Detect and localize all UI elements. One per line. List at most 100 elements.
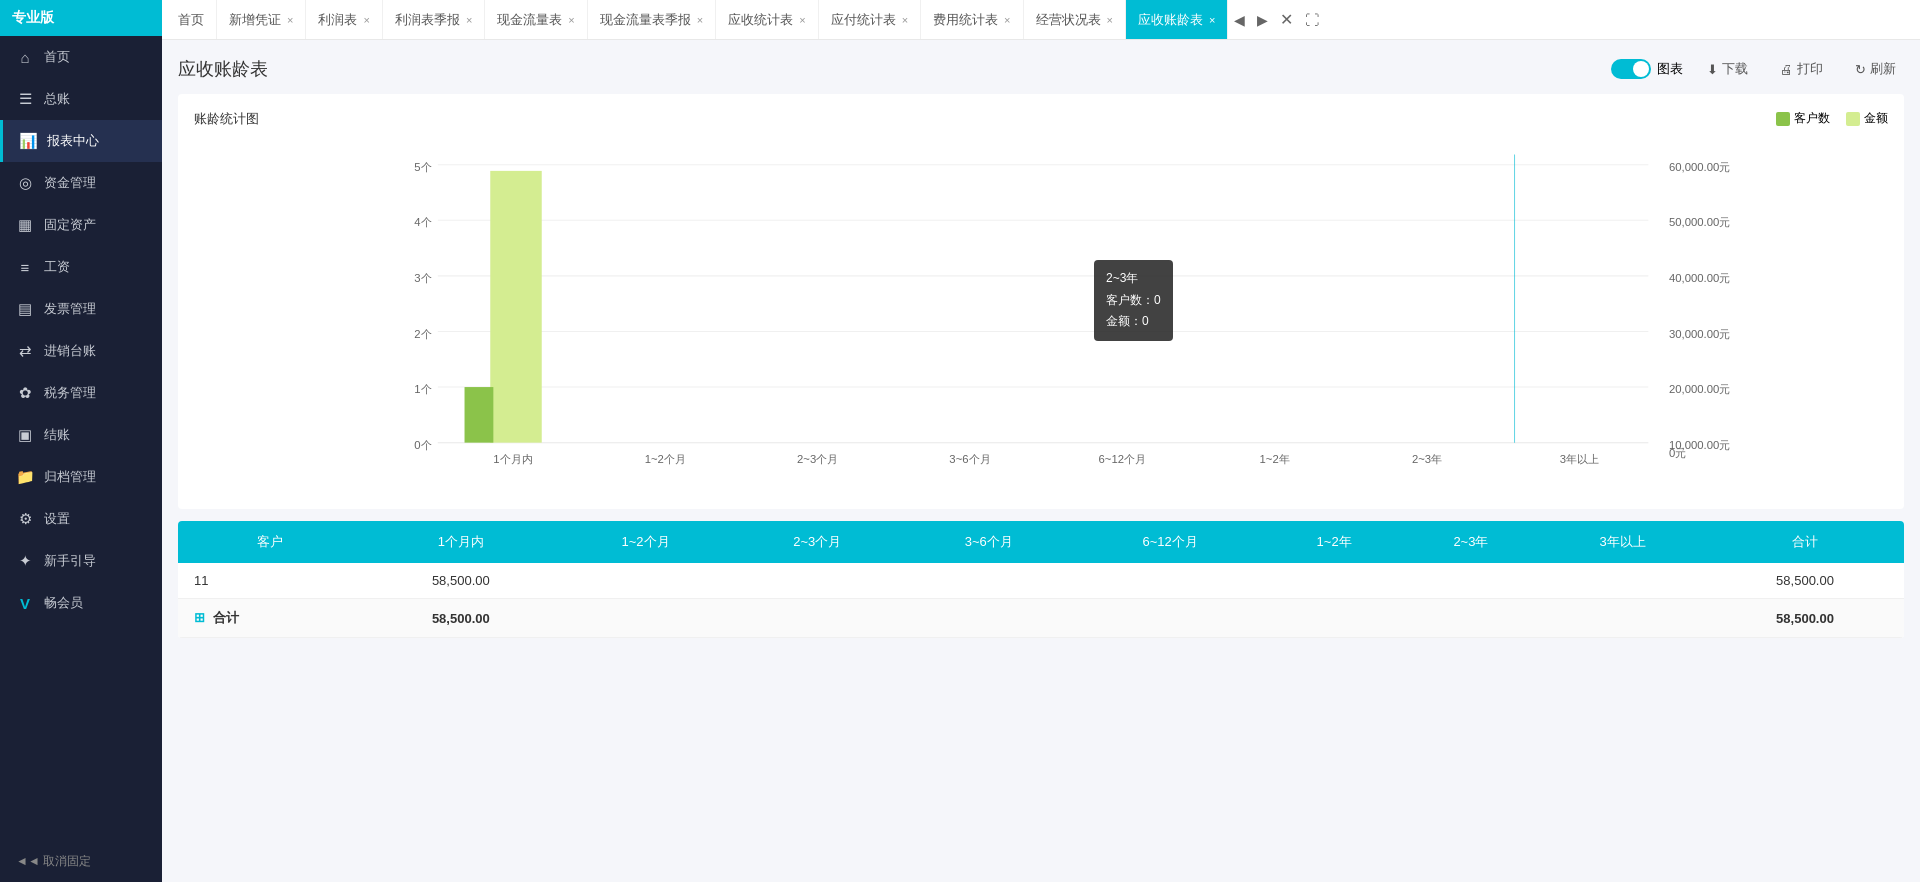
total-m3 (731, 599, 903, 638)
tab-ap-stats-label: 应付统计表 (831, 11, 896, 29)
sidebar-item-invoice-label: 发票管理 (44, 300, 96, 318)
cell-m3 (731, 563, 903, 599)
tab-ar-aging-close[interactable]: × (1209, 14, 1215, 26)
print-btn[interactable]: 🖨 打印 (1772, 56, 1831, 82)
sidebar: 专业版 ⌂ 首页 ☰ 总账 📊 报表中心 ◎ 资金管理 ▦ 固定资产 ≡ 工资 … (0, 0, 162, 882)
total-label: 合计 (213, 610, 239, 625)
sidebar-item-settlement[interactable]: ▣ 结账 (0, 414, 162, 456)
sidebar-item-sales[interactable]: ⇄ 进销台账 (0, 330, 162, 372)
col-total: 合计 (1706, 521, 1904, 563)
tab-profit-quarter-close[interactable]: × (466, 14, 472, 26)
sidebar-item-ledger[interactable]: ☰ 总账 (0, 78, 162, 120)
sidebar-item-salary[interactable]: ≡ 工资 (0, 246, 162, 288)
svg-text:40,000.00元: 40,000.00元 (1669, 272, 1730, 284)
svg-text:20,000.00元: 20,000.00元 (1669, 383, 1730, 395)
download-btn[interactable]: ⬇ 下载 (1699, 56, 1756, 82)
home-icon: ⌂ (16, 49, 34, 66)
total-m2 (560, 599, 732, 638)
sidebar-item-archive-label: 归档管理 (44, 468, 96, 486)
member-icon: V (16, 595, 34, 612)
sidebar-collapse-btn[interactable]: ◄◄ 取消固定 (0, 841, 162, 882)
svg-text:0个: 0个 (414, 439, 431, 451)
sidebar-item-settlement-label: 结账 (44, 426, 70, 444)
bar-amount-1month (490, 171, 541, 443)
sidebar-item-home[interactable]: ⌂ 首页 (0, 36, 162, 78)
tab-voucher[interactable]: 新增凭证 × (217, 0, 306, 39)
tax-icon: ✿ (16, 384, 34, 402)
svg-text:3~6个月: 3~6个月 (949, 453, 990, 465)
tab-ar-aging-label: 应收账龄表 (1138, 11, 1203, 29)
tab-prev-btn[interactable]: ◀ (1228, 0, 1251, 39)
sidebar-item-funds-label: 资金管理 (44, 174, 96, 192)
tab-ar-aging[interactable]: 应收账龄表 × (1126, 0, 1228, 39)
tab-fullscreen-btn[interactable]: ⛶ (1299, 0, 1325, 39)
settings-icon: ⚙ (16, 510, 34, 528)
total-m1: 58,500.00 (362, 599, 560, 638)
refresh-label: 刷新 (1870, 60, 1896, 78)
tab-home[interactable]: 首页 (166, 0, 217, 39)
tab-cashflow[interactable]: 现金流量表 × (485, 0, 587, 39)
tab-cashflow-quarter-close[interactable]: × (697, 14, 703, 26)
sidebar-item-funds[interactable]: ◎ 资金管理 (0, 162, 162, 204)
report-table: 客户 1个月内 1~2个月 2~3个月 3~6个月 6~12个月 1~2年 2~… (178, 521, 1904, 638)
table-header-row: 客户 1个月内 1~2个月 2~3个月 3~6个月 6~12个月 1~2年 2~… (178, 521, 1904, 563)
tab-ap-stats[interactable]: 应付统计表 × (819, 0, 921, 39)
chart-svg-wrapper: 5个 4个 3个 2个 1个 0个 60,000.00元 50,000.00元 … (194, 140, 1888, 493)
tab-business[interactable]: 经营状况表 × (1024, 0, 1126, 39)
tab-profit-quarter[interactable]: 利润表季报 × (383, 0, 485, 39)
tab-cashflow-quarter[interactable]: 现金流量表季报 × (588, 0, 716, 39)
funds-icon: ◎ (16, 174, 34, 192)
chart-toggle[interactable]: 图表 (1611, 59, 1683, 79)
total-y2 (1403, 599, 1540, 638)
tab-ar-stats[interactable]: 应收统计表 × (716, 0, 818, 39)
total-y3 (1539, 599, 1706, 638)
page-header: 应收账龄表 图表 ⬇ 下载 🖨 打印 ↻ 刷新 (178, 56, 1904, 82)
cell-y1 (1266, 563, 1403, 599)
col-customer: 客户 (178, 521, 362, 563)
toggle-knob[interactable] (1611, 59, 1651, 79)
tab-next-btn[interactable]: ▶ (1251, 0, 1274, 39)
col-m6: 3~6个月 (903, 521, 1075, 563)
refresh-btn[interactable]: ↻ 刷新 (1847, 56, 1904, 82)
sidebar-item-home-label: 首页 (44, 48, 70, 66)
tab-profit-close[interactable]: × (363, 14, 369, 26)
sidebar-item-assets[interactable]: ▦ 固定资产 (0, 204, 162, 246)
chart-container: 账龄统计图 客户数 金额 5个 4个 3个 2个 1个 (178, 94, 1904, 509)
sidebar-item-reports[interactable]: 📊 报表中心 (0, 120, 162, 162)
sidebar-item-settings[interactable]: ⚙ 设置 (0, 498, 162, 540)
sidebar-item-guide[interactable]: ✦ 新手引导 (0, 540, 162, 582)
sidebar-item-invoice[interactable]: ▤ 发票管理 (0, 288, 162, 330)
col-y3: 3年以上 (1539, 521, 1706, 563)
content-area: 应收账龄表 图表 ⬇ 下载 🖨 打印 ↻ 刷新 (162, 40, 1920, 882)
sidebar-item-archive[interactable]: 📁 归档管理 (0, 456, 162, 498)
archive-icon: 📁 (16, 468, 34, 486)
tab-business-close[interactable]: × (1107, 14, 1113, 26)
tab-cashflow-close[interactable]: × (568, 14, 574, 26)
col-y1: 1~2年 (1266, 521, 1403, 563)
sidebar-item-tax-label: 税务管理 (44, 384, 96, 402)
sales-icon: ⇄ (16, 342, 34, 360)
legend-customers: 客户数 (1776, 110, 1830, 127)
sidebar-item-assets-label: 固定资产 (44, 216, 96, 234)
salary-icon: ≡ (16, 259, 34, 276)
svg-text:1个月内: 1个月内 (493, 453, 532, 465)
tab-profit[interactable]: 利润表 × (306, 0, 382, 39)
cell-y3 (1539, 563, 1706, 599)
sidebar-item-member[interactable]: V 畅会员 (0, 582, 162, 624)
tab-voucher-close[interactable]: × (287, 14, 293, 26)
tab-ar-stats-close[interactable]: × (799, 14, 805, 26)
cell-m12 (1075, 563, 1266, 599)
tab-expense-close[interactable]: × (1004, 14, 1010, 26)
print-label: 打印 (1797, 60, 1823, 78)
sidebar-logo: 专业版 (0, 0, 162, 36)
tab-expense[interactable]: 费用统计表 × (921, 0, 1023, 39)
svg-text:0元: 0元 (1669, 447, 1686, 459)
tab-cashflow-quarter-label: 现金流量表季报 (600, 11, 691, 29)
sidebar-item-settings-label: 设置 (44, 510, 70, 528)
sidebar-item-sales-label: 进销台账 (44, 342, 96, 360)
bar-customers-1month (465, 387, 494, 443)
sidebar-item-tax[interactable]: ✿ 税务管理 (0, 372, 162, 414)
cell-m2 (560, 563, 732, 599)
tab-close-all-btn[interactable]: ✕ (1274, 0, 1299, 39)
tab-ap-stats-close[interactable]: × (902, 14, 908, 26)
